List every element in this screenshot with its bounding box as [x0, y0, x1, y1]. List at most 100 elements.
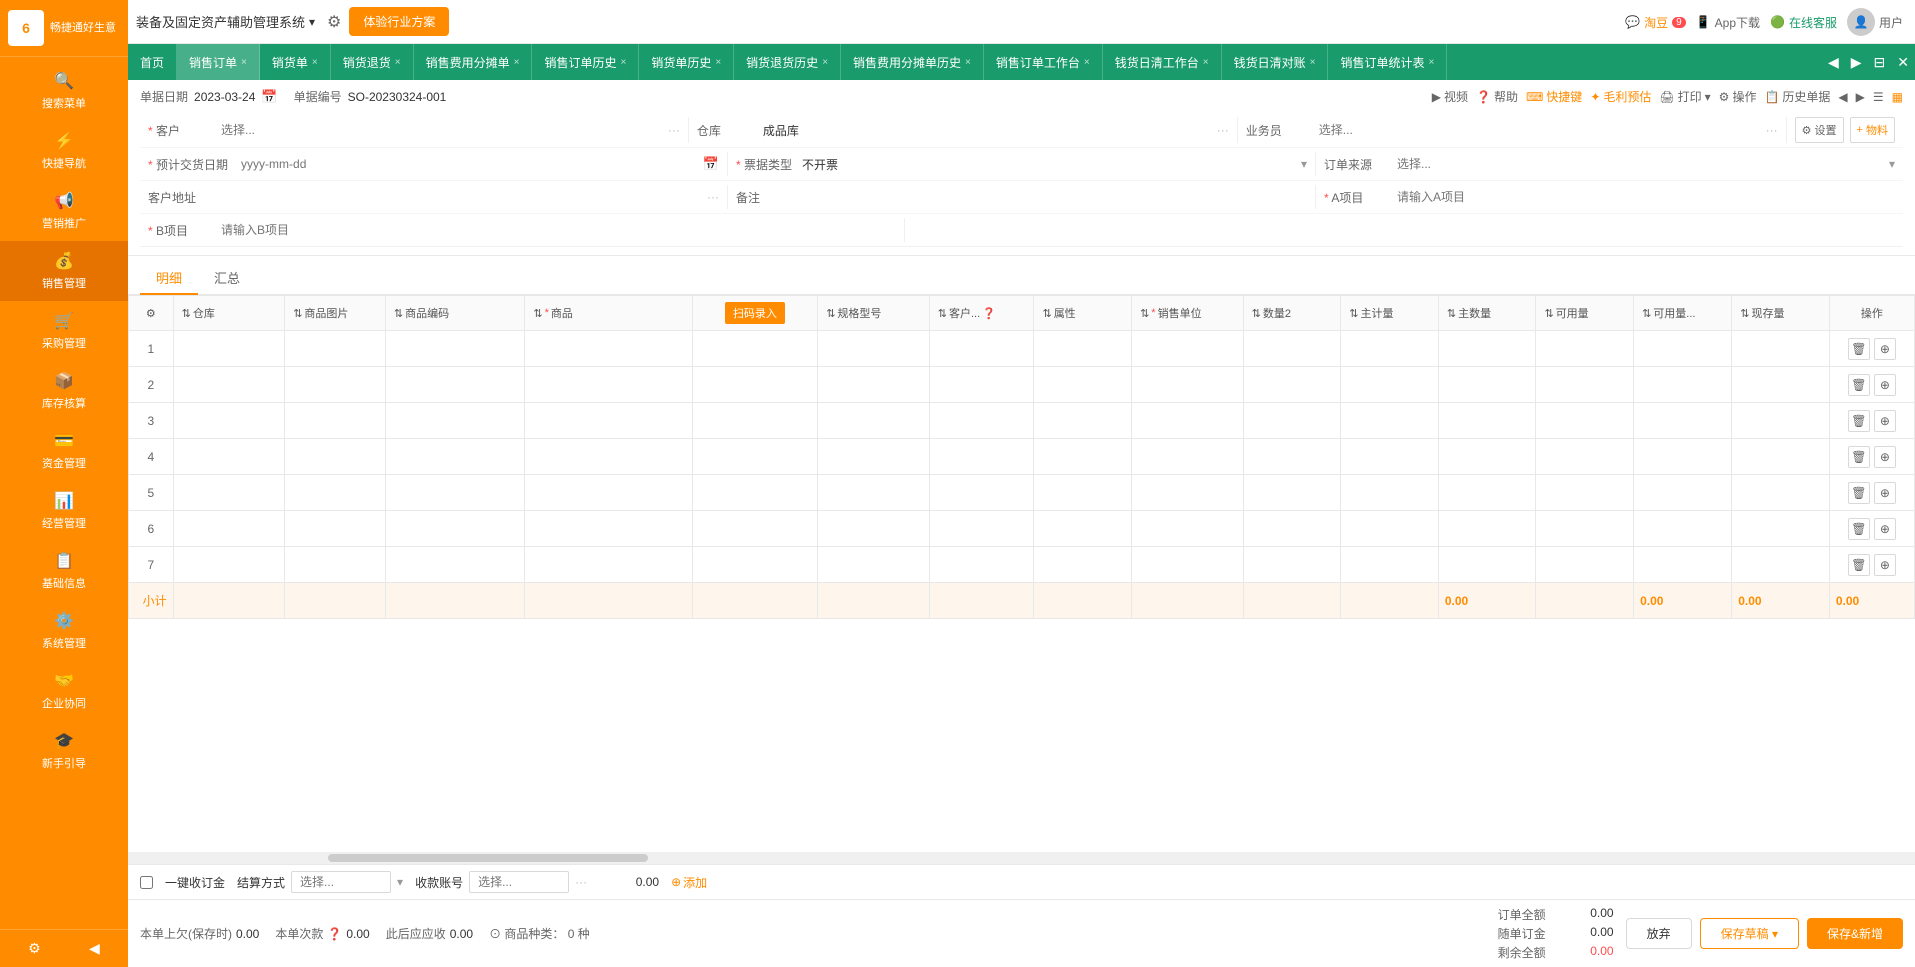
- row-delete-1[interactable]: 🗑: [1848, 338, 1870, 360]
- collapse-icon[interactable]: ◀: [89, 940, 100, 957]
- row-avail-1[interactable]: [1536, 331, 1634, 367]
- row-stock-2[interactable]: [1732, 367, 1830, 403]
- account-more-icon[interactable]: ···: [575, 875, 587, 889]
- tab-close-icon[interactable]: ×: [395, 57, 401, 68]
- th-product[interactable]: ⇅*商品: [525, 296, 692, 331]
- nav-next-icon[interactable]: ▶: [1856, 90, 1865, 104]
- table-wrapper[interactable]: ⚙ ⇅仓库 ⇅商品图片 ⇅商品编码 ⇅*商品 扫码录入: [128, 295, 1915, 852]
- row-product-3[interactable]: [525, 403, 692, 439]
- operations-action[interactable]: ⚙ 操作: [1719, 88, 1757, 105]
- row-product-1[interactable]: [525, 331, 692, 367]
- user-button[interactable]: 👤 用户: [1847, 8, 1903, 36]
- row-image-6[interactable]: [285, 511, 386, 547]
- delivery-calendar-icon[interactable]: 📅: [703, 156, 719, 172]
- row-qty2-2[interactable]: [1243, 367, 1341, 403]
- row-attr-3[interactable]: [1034, 403, 1132, 439]
- row-mainqty-2[interactable]: [1438, 367, 1536, 403]
- row-product-7[interactable]: [525, 547, 692, 583]
- row-avail-2[interactable]: [1536, 367, 1634, 403]
- settings-button[interactable]: ⚙ 设置: [1795, 117, 1844, 143]
- sidebar-item-采购管理[interactable]: 🛒采购管理: [0, 301, 128, 361]
- th-unit[interactable]: ⇅*销售单位: [1132, 296, 1244, 331]
- topbar-settings-icon[interactable]: ⚙: [327, 12, 341, 32]
- row-delete-6[interactable]: 🗑: [1848, 518, 1870, 540]
- tab-close-icon[interactable]: ×: [1428, 57, 1434, 68]
- scan-button[interactable]: 扫码录入: [725, 302, 785, 324]
- profit-action[interactable]: ✦ 毛利预估: [1590, 88, 1651, 105]
- row-qty2-6[interactable]: [1243, 511, 1341, 547]
- row-ccode-2[interactable]: [929, 367, 1034, 403]
- detail-tab-汇总[interactable]: 汇总: [198, 262, 256, 295]
- row-mainunit-5[interactable]: [1341, 475, 1439, 511]
- warehouse-more-icon[interactable]: ···: [1217, 123, 1229, 137]
- tab-销售订单历史[interactable]: 销售订单历史×: [532, 44, 639, 80]
- sidebar-item-资金管理[interactable]: 💳资金管理: [0, 421, 128, 481]
- th-stock[interactable]: ⇅现存量: [1732, 296, 1830, 331]
- grid-view-icon[interactable]: ☰: [1873, 90, 1884, 104]
- row-scan-3[interactable]: [692, 403, 818, 439]
- row-warehouse-6[interactable]: [173, 511, 285, 547]
- row-image-3[interactable]: [285, 403, 386, 439]
- row-scan-7[interactable]: [692, 547, 818, 583]
- row-delete-7[interactable]: 🗑: [1848, 554, 1870, 576]
- settings-icon[interactable]: ⚙: [28, 940, 41, 957]
- card-view-icon[interactable]: ▦: [1892, 90, 1903, 104]
- row-copy-1[interactable]: ⊕: [1874, 338, 1896, 360]
- row-warehouse-1[interactable]: [173, 331, 285, 367]
- tab-销货单历史[interactable]: 销货单历史×: [639, 44, 734, 80]
- sidebar-item-新手引导[interactable]: 🎓新手引导: [0, 721, 128, 781]
- row-copy-4[interactable]: ⊕: [1874, 446, 1896, 468]
- th-main-qty[interactable]: ⇅主数量: [1438, 296, 1536, 331]
- row-delete-4[interactable]: 🗑: [1848, 446, 1870, 468]
- row-scan-1[interactable]: [692, 331, 818, 367]
- invoice-type-value[interactable]: 不开票: [802, 156, 1295, 173]
- tab-销售订单工作台[interactable]: 销售订单工作台×: [984, 44, 1103, 80]
- row-avail-5[interactable]: [1536, 475, 1634, 511]
- th-warehouse[interactable]: ⇅仓库: [173, 296, 285, 331]
- add-payment-button[interactable]: ⊕ 添加: [671, 874, 707, 891]
- row-spec-5[interactable]: [818, 475, 930, 511]
- customer-input[interactable]: [214, 120, 662, 140]
- row-attr-4[interactable]: [1034, 439, 1132, 475]
- row-image-1[interactable]: [285, 331, 386, 367]
- tab-首页[interactable]: 首页: [128, 44, 177, 80]
- save-new-button[interactable]: 保存&新增: [1807, 918, 1903, 949]
- tab-close-icon[interactable]: ×: [241, 57, 247, 68]
- tab-close-icon[interactable]: ×: [312, 57, 318, 68]
- row-scan-4[interactable]: [692, 439, 818, 475]
- sidebar-item-营销推广[interactable]: 📢营销推广: [0, 181, 128, 241]
- row-qty2-4[interactable]: [1243, 439, 1341, 475]
- tab-销货退货历史[interactable]: 销货退货历史×: [734, 44, 841, 80]
- tab-close-icon[interactable]: ×: [514, 57, 520, 68]
- row-code-4[interactable]: [385, 439, 524, 475]
- warehouse-value[interactable]: 成品库: [763, 122, 1211, 139]
- auto-checkout-checkbox[interactable]: [140, 876, 153, 889]
- th-image[interactable]: ⇅商品图片: [285, 296, 386, 331]
- row-spec-7[interactable]: [818, 547, 930, 583]
- history-action[interactable]: 📋 历史单据: [1764, 88, 1830, 105]
- tab-expand-icon[interactable]: ⊟: [1868, 54, 1892, 71]
- sidebar-item-快捷导航[interactable]: ⚡快捷导航: [0, 121, 128, 181]
- salesperson-more-icon[interactable]: ···: [1766, 123, 1778, 137]
- row-code-2[interactable]: [385, 367, 524, 403]
- print-action[interactable]: 🖨 打印 ▾: [1659, 88, 1710, 105]
- date-value[interactable]: 2023-03-24: [194, 90, 255, 104]
- addr-more-icon[interactable]: ···: [707, 190, 719, 204]
- row-attr-5[interactable]: [1034, 475, 1132, 511]
- row-avail2-1[interactable]: [1634, 331, 1732, 367]
- row-mainunit-2[interactable]: [1341, 367, 1439, 403]
- draft-button[interactable]: 保存草稿 ▾: [1700, 918, 1799, 949]
- row-copy-7[interactable]: ⊕: [1874, 554, 1896, 576]
- add-material-button[interactable]: + 物料: [1850, 117, 1895, 143]
- sidebar-item-系统管理[interactable]: ⚙️系统管理: [0, 601, 128, 661]
- row-spec-4[interactable]: [818, 439, 930, 475]
- row-image-7[interactable]: [285, 547, 386, 583]
- row-copy-6[interactable]: ⊕: [1874, 518, 1896, 540]
- row-image-5[interactable]: [285, 475, 386, 511]
- row-image-4[interactable]: [285, 439, 386, 475]
- row-product-2[interactable]: [525, 367, 692, 403]
- row-spec-1[interactable]: [818, 331, 930, 367]
- nav-prev-icon[interactable]: ◀: [1838, 90, 1847, 104]
- scroll-track[interactable]: [128, 852, 1915, 864]
- sidebar-item-经营管理[interactable]: 📊经营管理: [0, 481, 128, 541]
